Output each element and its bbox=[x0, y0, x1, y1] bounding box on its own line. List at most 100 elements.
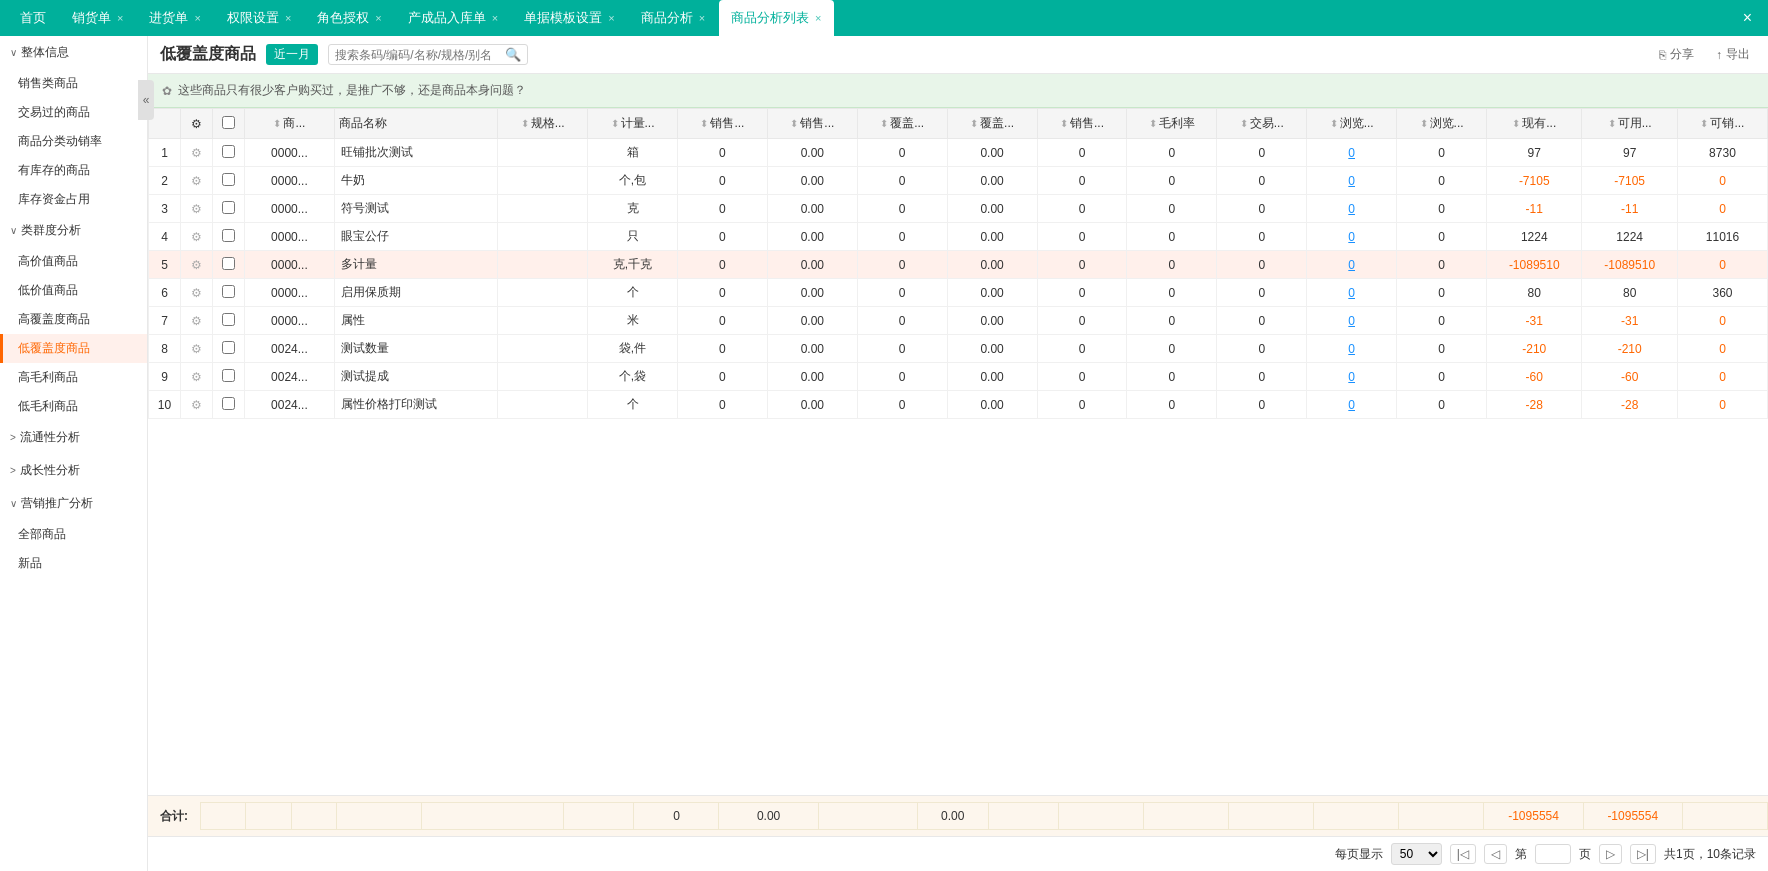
cell-code: 0000... bbox=[245, 195, 335, 223]
row-settings-icon[interactable]: ⚙ bbox=[181, 139, 213, 167]
footer-cell-12 bbox=[1144, 803, 1229, 830]
first-page-button[interactable]: |◁ bbox=[1450, 844, 1476, 864]
sidebar-item-低覆盖度商品[interactable]: 低覆盖度商品 bbox=[0, 334, 147, 363]
row-checkbox[interactable] bbox=[222, 313, 235, 326]
nav-item-权限设置[interactable]: 权限设置× bbox=[215, 0, 303, 36]
nav-close-icon[interactable]: × bbox=[375, 0, 381, 36]
sort-icon-sales_qty: ⬍ bbox=[700, 118, 708, 129]
sidebar-item-库存资金占用[interactable]: 库存资金占用 bbox=[0, 185, 147, 214]
row-settings-icon[interactable]: ⚙ bbox=[181, 335, 213, 363]
nav-close-icon[interactable]: × bbox=[492, 0, 498, 36]
col-header-settings[interactable]: ⚙ bbox=[181, 109, 213, 139]
cell-browse1[interactable]: 0 bbox=[1307, 335, 1397, 363]
cell-browse1[interactable]: 0 bbox=[1307, 251, 1397, 279]
page-number-input[interactable]: 1 bbox=[1535, 844, 1571, 864]
sidebar-item-商品分类动销率[interactable]: 商品分类动销率 bbox=[0, 127, 147, 156]
nav-item-首页[interactable]: 首页 bbox=[8, 0, 58, 36]
cell-sales_amt: 0.00 bbox=[767, 335, 857, 363]
row-settings-icon[interactable]: ⚙ bbox=[181, 363, 213, 391]
row-settings-icon[interactable]: ⚙ bbox=[181, 223, 213, 251]
next-page-button[interactable]: ▷ bbox=[1599, 844, 1622, 864]
cell-sales_qty: 0 bbox=[677, 335, 767, 363]
nav-item-产成品入库单[interactable]: 产成品入库单× bbox=[396, 0, 510, 36]
row-checkbox[interactable] bbox=[222, 145, 235, 158]
sidebar-item-高毛利商品[interactable]: 高毛利商品 bbox=[0, 363, 147, 392]
sidebar-item-交易过的商品[interactable]: 交易过的商品 bbox=[0, 98, 147, 127]
row-checkbox[interactable] bbox=[222, 257, 235, 270]
sidebar-item-销售类商品[interactable]: 销售类商品 bbox=[0, 69, 147, 98]
cell-browse2: 0 bbox=[1397, 167, 1487, 195]
nav-item-进货单[interactable]: 进货单× bbox=[137, 0, 212, 36]
prev-page-button[interactable]: ◁ bbox=[1484, 844, 1507, 864]
chevron-icon: > bbox=[10, 432, 16, 443]
export-button[interactable]: ↑ 导出 bbox=[1710, 44, 1756, 65]
row-settings-icon[interactable]: ⚙ bbox=[181, 251, 213, 279]
select-all-checkbox[interactable] bbox=[222, 116, 235, 129]
cell-name: 启用保质期 bbox=[334, 279, 497, 307]
sidebar-item-新品[interactable]: 新品 bbox=[0, 549, 147, 578]
row-settings-icon[interactable]: ⚙ bbox=[181, 391, 213, 419]
sidebar-item-高价值商品[interactable]: 高价值商品 bbox=[0, 247, 147, 276]
row-checkbox[interactable] bbox=[222, 369, 235, 382]
row-checkbox[interactable] bbox=[222, 397, 235, 410]
nav-close-icon[interactable]: × bbox=[608, 0, 614, 36]
chevron-icon: ∨ bbox=[10, 47, 17, 58]
row-settings-icon[interactable]: ⚙ bbox=[181, 279, 213, 307]
row-checkbox[interactable] bbox=[222, 201, 235, 214]
time-filter-button[interactable]: 近一月 bbox=[266, 44, 318, 65]
sidebar-collapse-button[interactable]: « bbox=[138, 80, 154, 120]
sidebar-item-低价值商品[interactable]: 低价值商品 bbox=[0, 276, 147, 305]
cell-sales_amt: 0.00 bbox=[767, 251, 857, 279]
data-table-container: ⚙⬍商...商品名称⬍规格...⬍计量...⬍销售...⬍销售...⬍覆盖...… bbox=[148, 108, 1768, 795]
sidebar-item-全部商品[interactable]: 全部商品 bbox=[0, 520, 147, 549]
cell-spec bbox=[498, 307, 588, 335]
row-settings-icon[interactable]: ⚙ bbox=[181, 167, 213, 195]
nav-item-商品分析[interactable]: 商品分析× bbox=[629, 0, 717, 36]
nav-close-icon[interactable]: × bbox=[815, 0, 821, 36]
close-all-button[interactable]: × bbox=[1735, 9, 1760, 27]
cell-browse1[interactable]: 0 bbox=[1307, 363, 1397, 391]
col-header-saleable: ⬍可销... bbox=[1677, 109, 1767, 139]
cell-browse1[interactable]: 0 bbox=[1307, 307, 1397, 335]
sidebar-section-3[interactable]: >成长性分析 bbox=[0, 454, 147, 487]
col-header-current_stock: ⬍现有... bbox=[1487, 109, 1582, 139]
cell-browse1[interactable]: 0 bbox=[1307, 139, 1397, 167]
sidebar-section-0[interactable]: ∨整体信息 bbox=[0, 36, 147, 69]
cell-browse1[interactable]: 0 bbox=[1307, 391, 1397, 419]
nav-close-icon[interactable]: × bbox=[117, 0, 123, 36]
col-header-checkbox[interactable] bbox=[213, 109, 245, 139]
sidebar-section-2[interactable]: >流通性分析 bbox=[0, 421, 147, 454]
row-checkbox[interactable] bbox=[222, 285, 235, 298]
sidebar-item-高覆盖度商品[interactable]: 高覆盖度商品 bbox=[0, 305, 147, 334]
nav-close-icon[interactable]: × bbox=[699, 0, 705, 36]
cell-spec bbox=[498, 391, 588, 419]
sidebar-section-4[interactable]: ∨营销推广分析 bbox=[0, 487, 147, 520]
nav-close-icon[interactable]: × bbox=[194, 0, 200, 36]
cell-spec bbox=[498, 279, 588, 307]
nav-item-角色授权[interactable]: 角色授权× bbox=[305, 0, 393, 36]
last-page-button[interactable]: ▷| bbox=[1630, 844, 1656, 864]
nav-item-单据模板设置[interactable]: 单据模板设置× bbox=[512, 0, 626, 36]
cell-saleable: 360 bbox=[1677, 279, 1767, 307]
row-settings-icon[interactable]: ⚙ bbox=[181, 195, 213, 223]
nav-close-icon[interactable]: × bbox=[285, 0, 291, 36]
footer-cell-16: -1095554 bbox=[1484, 803, 1583, 830]
cell-sales_detail: 0 bbox=[1037, 335, 1127, 363]
cell-browse1[interactable]: 0 bbox=[1307, 195, 1397, 223]
share-button[interactable]: ⎘ 分享 bbox=[1653, 44, 1700, 65]
row-settings-icon[interactable]: ⚙ bbox=[181, 307, 213, 335]
cell-coverage1: 0 bbox=[857, 307, 947, 335]
cell-browse1[interactable]: 0 bbox=[1307, 167, 1397, 195]
sidebar-item-低毛利商品[interactable]: 低毛利商品 bbox=[0, 392, 147, 421]
per-page-select[interactable]: 102050100 bbox=[1391, 843, 1442, 865]
row-checkbox[interactable] bbox=[222, 173, 235, 186]
row-checkbox[interactable] bbox=[222, 229, 235, 242]
nav-item-销货单[interactable]: 销货单× bbox=[60, 0, 135, 36]
cell-browse1[interactable]: 0 bbox=[1307, 279, 1397, 307]
nav-item-商品分析列表[interactable]: 商品分析列表× bbox=[719, 0, 833, 36]
search-input[interactable] bbox=[335, 48, 501, 62]
row-checkbox[interactable] bbox=[222, 341, 235, 354]
sidebar-section-1[interactable]: ∨类群度分析 bbox=[0, 214, 147, 247]
cell-browse1[interactable]: 0 bbox=[1307, 223, 1397, 251]
sidebar-item-有库存的商品[interactable]: 有库存的商品 bbox=[0, 156, 147, 185]
